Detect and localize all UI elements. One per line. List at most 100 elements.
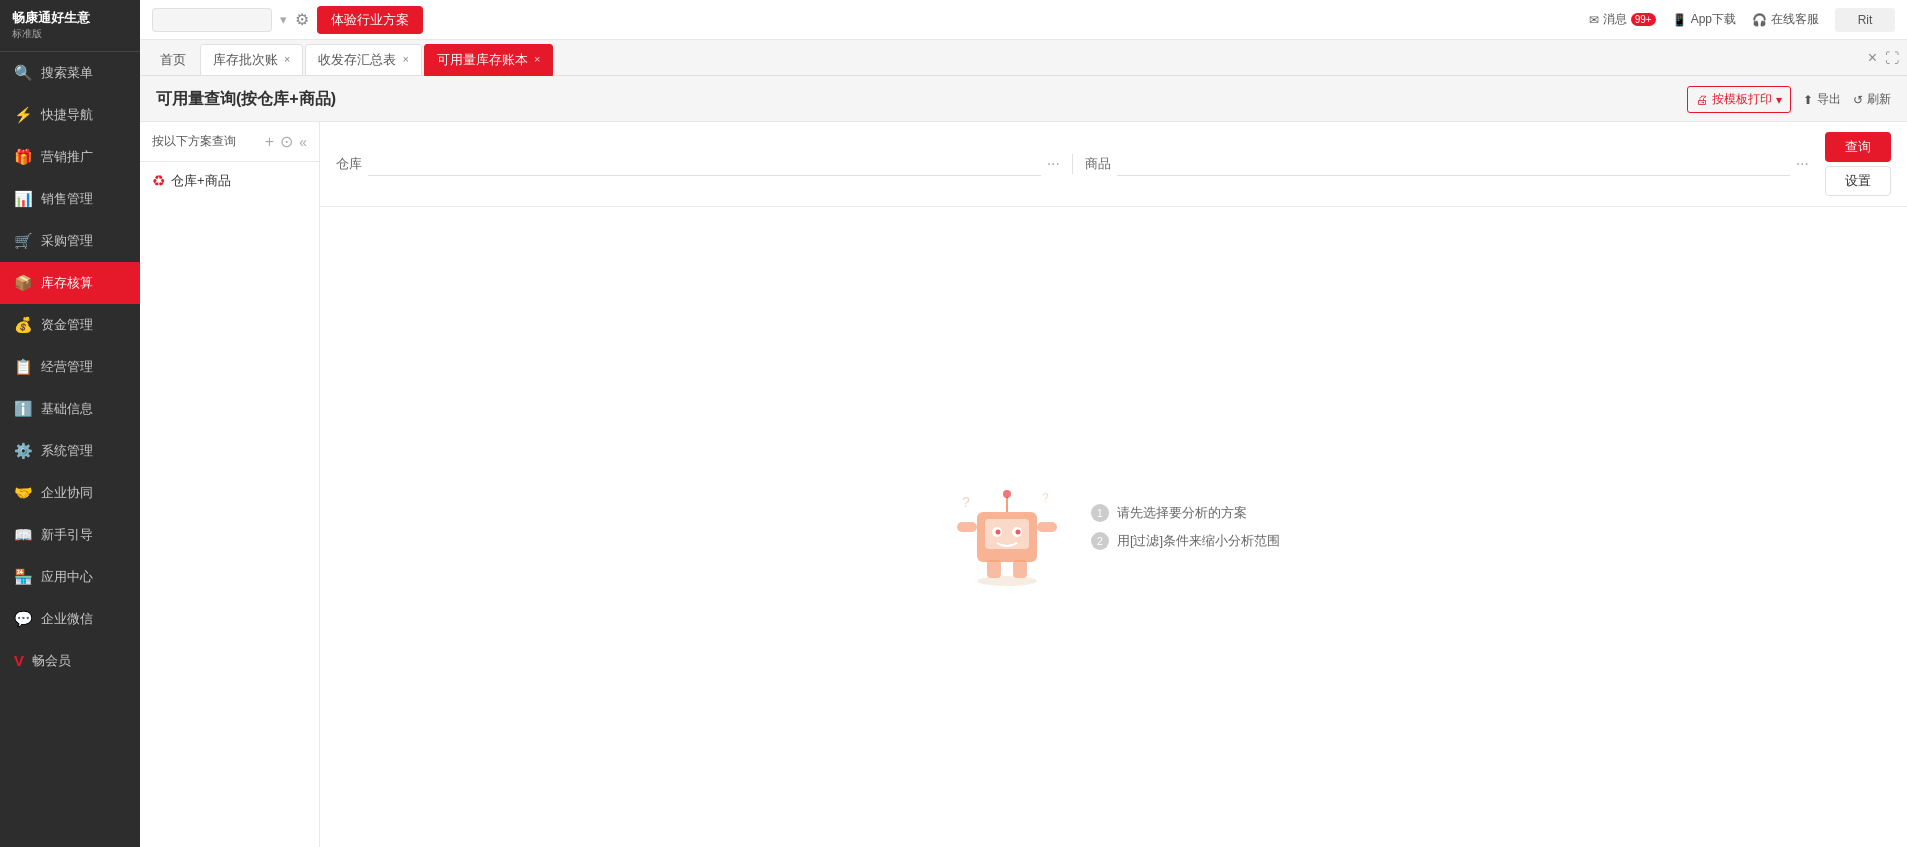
print-label: 按模板打印 (1712, 91, 1772, 108)
sidebar-item-quick-nav[interactable]: ⚡ 快捷导航 (0, 94, 140, 136)
book-icon: 📖 (14, 526, 33, 544)
sidebar-item-app-center[interactable]: 🏪 应用中心 (0, 556, 140, 598)
sidebar-item-search[interactable]: 🔍 搜索菜单 (0, 52, 140, 94)
message-label: 消息 (1603, 11, 1627, 28)
cart-icon: 🛒 (14, 232, 33, 250)
tab-bar-actions: × ⛶ (1868, 49, 1899, 67)
online-service-action[interactable]: 🎧 在线客服 (1752, 11, 1819, 28)
sidebar-item-wechat[interactable]: 💬 企业微信 (0, 598, 140, 640)
gift-icon: 🎁 (14, 148, 33, 166)
app-download-action[interactable]: 📱 App下载 (1672, 11, 1736, 28)
svg-point-5 (1015, 530, 1020, 535)
refresh-button[interactable]: ↺ 刷新 (1853, 91, 1891, 108)
warehouse-filter-group: 仓库 ··· (336, 152, 1060, 176)
tab-label: 收发存汇总表 (318, 51, 396, 69)
tab-bar: 首页 库存批次账 × 收发存汇总表 × 可用量库存账本 × × ⛶ (140, 40, 1907, 76)
warehouse-scheme-icon: ♻ (152, 172, 165, 190)
search-input[interactable] (152, 8, 272, 32)
sidebar-item-label: 畅会员 (32, 652, 71, 670)
message-action[interactable]: ✉ 消息 99+ (1589, 11, 1656, 28)
tab-home[interactable]: 首页 (148, 44, 198, 76)
sidebar-item-newbie[interactable]: 📖 新手引导 (0, 514, 140, 556)
message-icon: ✉ (1589, 13, 1599, 27)
sidebar-item-marketing[interactable]: 🎁 营销推广 (0, 136, 140, 178)
tab-collection-summary[interactable]: 收发存汇总表 × (305, 44, 421, 76)
app-download-label: App下载 (1691, 11, 1736, 28)
gear-icon: ⚙️ (14, 442, 33, 460)
query-settings-col: 查询 设置 (1825, 132, 1891, 196)
query-button[interactable]: 查询 (1825, 132, 1891, 162)
svg-rect-9 (1037, 522, 1057, 532)
sidebar-item-inventory[interactable]: 📦 库存核算 (0, 262, 140, 304)
settings-icon[interactable]: ⚙ (295, 10, 309, 29)
clipboard-icon: 📋 (14, 358, 33, 376)
product-filter-label: 商品 (1085, 155, 1111, 173)
sidebar-item-finance[interactable]: 💰 资金管理 (0, 304, 140, 346)
empty-tip-1: 1 请先选择要分析的方案 (1091, 504, 1280, 522)
tab-available-stock[interactable]: 可用量库存账本 × (424, 44, 553, 76)
export-button[interactable]: ⬆ 导出 (1803, 91, 1841, 108)
collapse-icon[interactable]: « (299, 134, 307, 150)
sidebar-item-label: 营销推广 (41, 148, 93, 166)
experience-btn[interactable]: 体验行业方案 (317, 6, 423, 34)
empty-tip-2: 2 用[过滤]条件来缩小分析范围 (1091, 532, 1280, 550)
sidebar-item-label: 新手引导 (41, 526, 93, 544)
product-filter-input[interactable] (1117, 152, 1790, 176)
store-icon: 🏪 (14, 568, 33, 586)
tab-batch-account[interactable]: 库存批次账 × (200, 44, 303, 76)
avatar-text: Rit (1858, 13, 1873, 27)
info-icon: ℹ️ (14, 400, 33, 418)
tab-label: 可用量库存账本 (437, 51, 528, 69)
settings-button[interactable]: 设置 (1825, 166, 1891, 196)
sidebar-scroll: 🔍 搜索菜单 ⚡ 快捷导航 🎁 营销推广 📊 销售管理 🛒 采购管理 📦 库存核… (0, 52, 140, 847)
warehouse-filter-label: 仓库 (336, 155, 362, 173)
sidebar-item-enterprise[interactable]: 🤝 企业协同 (0, 472, 140, 514)
page-header-actions: 🖨 按模板打印 ▾ ⬆ 导出 ↺ 刷新 (1687, 86, 1891, 113)
tip-number-1: 1 (1091, 504, 1109, 522)
svg-point-4 (995, 530, 1000, 535)
headset-icon: 🎧 (1752, 13, 1767, 27)
sidebar-item-operation[interactable]: 📋 经营管理 (0, 346, 140, 388)
handshake-icon: 🤝 (14, 484, 33, 502)
product-filter-group: 商品 ··· (1085, 152, 1809, 176)
svg-rect-11 (1013, 560, 1027, 578)
dropdown-arrow-icon[interactable]: ▾ (280, 12, 287, 27)
left-panel-item-label: 仓库+商品 (171, 172, 231, 190)
message-badge: 99+ (1631, 13, 1656, 26)
refresh-icon: ↺ (1853, 93, 1863, 107)
add-scheme-icon[interactable]: + (265, 133, 274, 151)
tab-label: 库存批次账 (213, 51, 278, 69)
warehouse-filter-more-icon[interactable]: ··· (1047, 155, 1060, 173)
left-panel-header-actions: + ⊙ « (265, 132, 307, 151)
tab-close-icon[interactable]: × (534, 54, 540, 65)
online-service-label: 在线客服 (1771, 11, 1819, 28)
sidebar-item-member[interactable]: V 畅会员 (0, 640, 140, 682)
sidebar-item-label: 资金管理 (41, 316, 93, 334)
svg-rect-10 (987, 560, 1001, 578)
print-button[interactable]: 🖨 按模板打印 ▾ (1687, 86, 1791, 113)
print-dropdown-icon[interactable]: ▾ (1776, 93, 1782, 107)
tab-bar-close-button[interactable]: × (1868, 49, 1877, 67)
sidebar-item-purchase[interactable]: 🛒 采购管理 (0, 220, 140, 262)
empty-tips: 1 请先选择要分析的方案 2 用[过滤]条件来缩小分析范围 (1091, 504, 1280, 550)
scheme-settings-icon[interactable]: ⊙ (280, 132, 293, 151)
tab-bar-expand-button[interactable]: ⛶ (1885, 50, 1899, 66)
svg-rect-8 (957, 522, 977, 532)
header-actions: ✉ 消息 99+ 📱 App下载 🎧 在线客服 Rit (1589, 8, 1895, 32)
phone-icon: 📱 (1672, 13, 1687, 27)
svg-text:?: ? (1042, 491, 1049, 505)
tab-close-icon[interactable]: × (284, 54, 290, 65)
avatar[interactable]: Rit (1835, 8, 1895, 32)
lightning-icon: ⚡ (14, 106, 33, 124)
warehouse-filter-input[interactable] (368, 152, 1041, 176)
svg-text:?: ? (962, 494, 970, 510)
main-content: ▾ ⚙ 体验行业方案 ✉ 消息 99+ 📱 App下载 🎧 在线客服 Rit (140, 0, 1907, 847)
tab-close-icon[interactable]: × (402, 54, 408, 65)
sidebar-item-sales[interactable]: 📊 销售管理 (0, 178, 140, 220)
sidebar-item-basic-info[interactable]: ℹ️ 基础信息 (0, 388, 140, 430)
sidebar-item-system[interactable]: ⚙️ 系统管理 (0, 430, 140, 472)
filter-divider (1072, 154, 1073, 174)
product-filter-more-icon[interactable]: ··· (1796, 155, 1809, 173)
export-label: 导出 (1817, 91, 1841, 108)
left-panel-item-warehouse[interactable]: ♻ 仓库+商品 (140, 162, 319, 200)
